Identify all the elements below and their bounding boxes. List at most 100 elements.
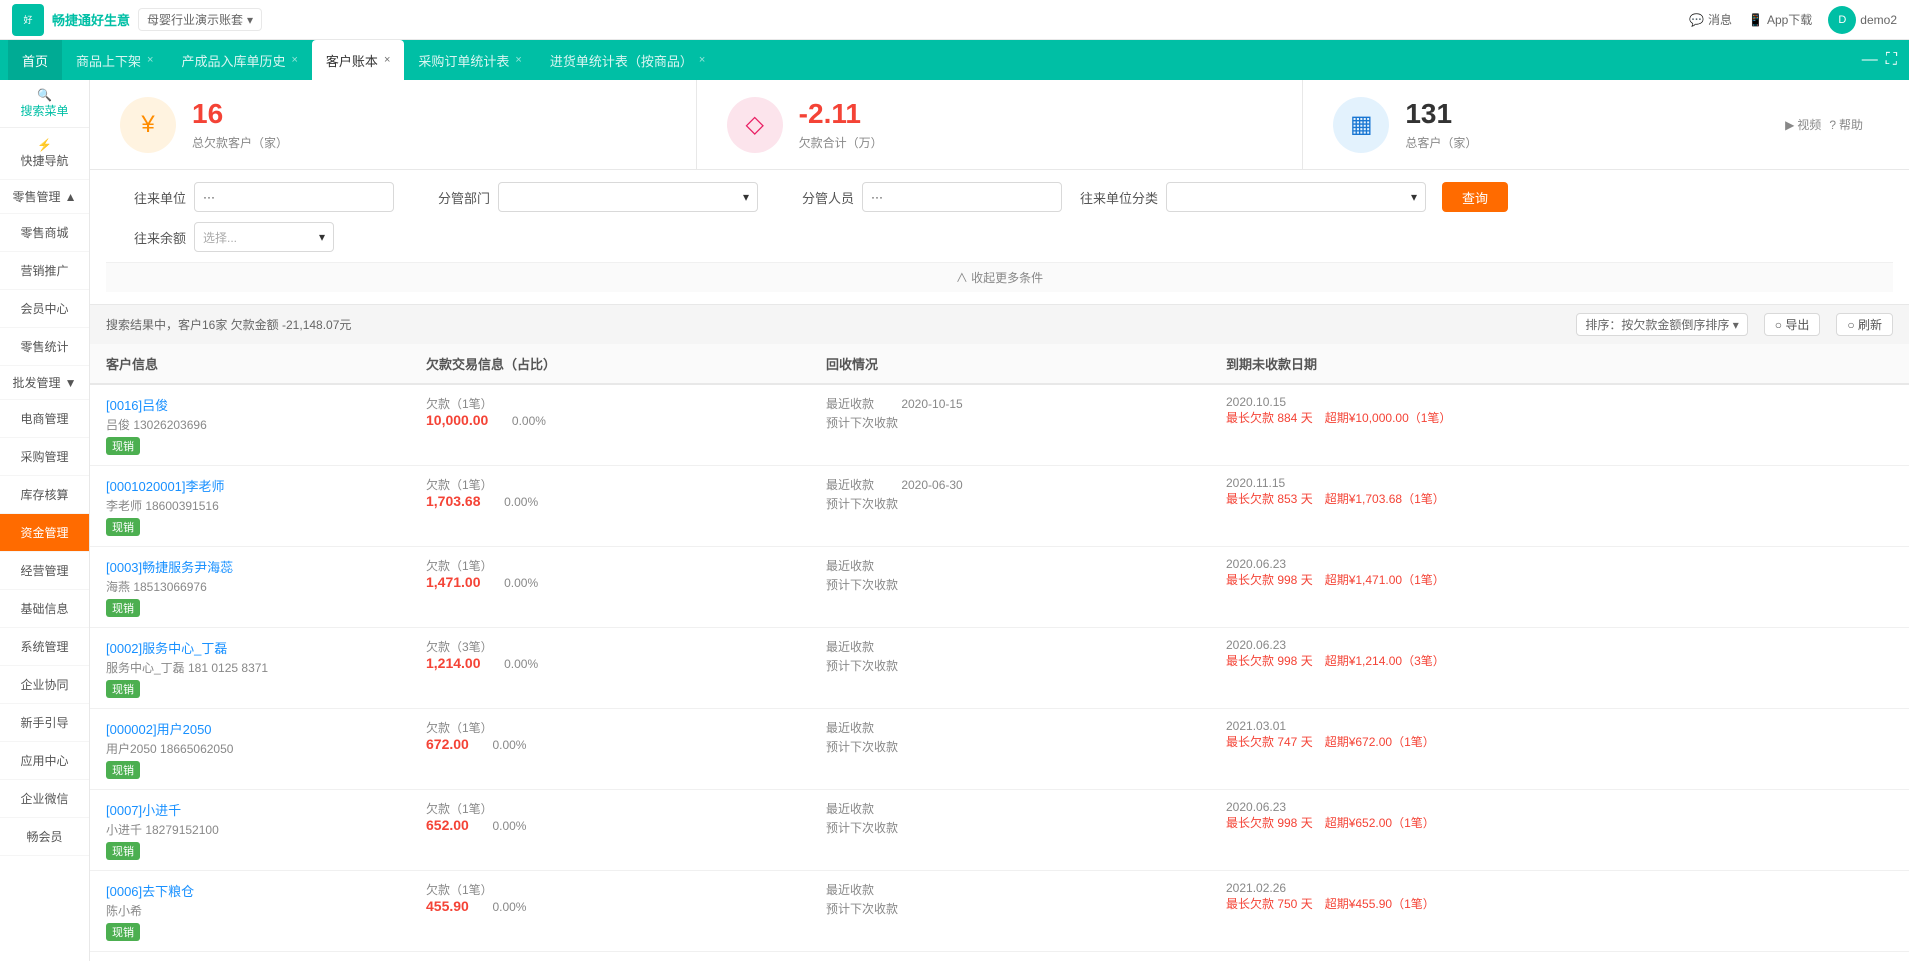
tab-home[interactable]: 首页 [8, 40, 62, 80]
customer-name-link[interactable]: [0001020001]李老师 [106, 479, 225, 494]
tab-minimize-icon[interactable]: — [1862, 51, 1878, 69]
tab-goods[interactable]: 商品上下架 × [62, 40, 167, 80]
table-row: [000001]黄思源 黄思源 13552700226 现销 欠款（1笔） 42… [90, 952, 1909, 961]
next-payment: 预计下次收款 [826, 495, 1226, 512]
overdue-date-cell: 2020.06.23 最长欠款 998 天 超期¥1,214.00（3笔） [1226, 638, 1893, 669]
filter-balance-select[interactable]: 选择... ▾ [194, 222, 334, 252]
debt-amount[interactable]: 1,471.00 [426, 574, 481, 590]
sidebar-item-retail-mgmt[interactable]: 零售管理 ▲ [0, 180, 89, 214]
sidebar-item-purchase[interactable]: 采购管理 [0, 438, 89, 476]
sidebar-search[interactable]: 🔍 搜索菜单 [0, 80, 89, 128]
result-bar: 搜索结果中，客户16家 欠款金额 -21,148.07元 排序：按欠款金额倒序排… [90, 305, 1909, 344]
payment-info: 最近收款 [826, 800, 1226, 817]
sidebar-item-member-club[interactable]: 畅会员 [0, 818, 89, 856]
debt-desc: 欠款（1笔） [426, 719, 826, 736]
top-bar: 好 畅捷通好生意 母婴行业演示账套 ▾ 💬 消息 📱 App下载 D demo2 [0, 0, 1909, 40]
refresh-button[interactable]: ○ 刷新 [1836, 313, 1893, 336]
filter-customer-unit-input[interactable]: ··· [194, 182, 394, 212]
filter-category-label: 往来单位分类 [1078, 188, 1158, 207]
overdue-amount[interactable]: 超期¥1,214.00（3笔） [1325, 654, 1445, 668]
debt-amount[interactable]: 455.90 [426, 898, 469, 914]
tab-product-history[interactable]: 产成品入库单历史 × [167, 40, 311, 80]
close-icon[interactable]: × [291, 54, 297, 66]
app-download-button[interactable]: 📱 App下载 [1748, 11, 1812, 28]
close-icon[interactable]: × [699, 54, 705, 66]
store-selector[interactable]: 母婴行业演示账套 ▾ [138, 8, 262, 31]
sidebar-item-inventory[interactable]: 库存核算 [0, 476, 89, 514]
debt-amount[interactable]: 652.00 [426, 817, 469, 833]
result-actions: 排序：按欠款金额倒序排序 ▾ ○ 导出 ○ 刷新 [1576, 313, 1893, 336]
table-row: [0007]小进千 小进千 18279152100 现销 欠款（1笔） 652.… [90, 790, 1909, 871]
payment-info: 最近收款 [826, 719, 1226, 736]
close-icon[interactable]: × [384, 54, 390, 66]
export-button[interactable]: ○ 导出 [1764, 313, 1821, 336]
chevron-icon: ▼ [65, 376, 77, 390]
top-bar-left: 好 畅捷通好生意 母婴行业演示账套 ▾ [12, 4, 262, 36]
customer-name-link[interactable]: [0006]去下粮仓 [106, 884, 194, 899]
sidebar-item-marketing[interactable]: 营销推广 [0, 252, 89, 290]
overdue-amount[interactable]: 超期¥1,703.68（1笔） [1325, 492, 1445, 506]
overdue-amount[interactable]: 超期¥652.00（1笔） [1325, 816, 1435, 830]
sidebar-item-operations[interactable]: 经营管理 [0, 552, 89, 590]
filter-row-1: 往来单位 ··· 分管部门 ▾ 分管人员 [106, 182, 1893, 212]
customer-name-link[interactable]: [0002]服务中心_丁磊 [106, 641, 227, 656]
debt-amount[interactable]: 1,703.68 [426, 493, 481, 509]
customer-phone: 服务中心_丁磊 181 0125 8371 [106, 659, 426, 676]
sidebar-item-quick-nav[interactable]: ⚡ 快捷导航 [0, 128, 89, 180]
sidebar-item-newbie[interactable]: 新手引导 [0, 704, 89, 742]
customer-name-link[interactable]: [0007]小进千 [106, 803, 181, 818]
overdue-days: 最长欠款 998 天 [1226, 573, 1325, 587]
close-icon[interactable]: × [515, 54, 521, 66]
tab-goods-stats[interactable]: 进货单统计表（按商品） × [536, 40, 719, 80]
customer-tag: 现销 [106, 680, 140, 698]
filter-category-select[interactable]: ▾ [1166, 182, 1426, 212]
sidebar-item-member[interactable]: 会员中心 [0, 290, 89, 328]
query-button[interactable]: 查询 [1442, 182, 1508, 212]
customer-name-link[interactable]: [0016]吕俊 [106, 398, 168, 413]
help-button[interactable]: ? 帮助 [1829, 116, 1863, 133]
sidebar-item-app-center[interactable]: 应用中心 [0, 742, 89, 780]
sidebar-item-retail-mall[interactable]: 零售商城 [0, 214, 89, 252]
overdue-date: 2021.03.01 [1226, 719, 1893, 733]
video-button[interactable]: ▶ 视频 [1785, 116, 1821, 133]
sidebar-item-retail-stats[interactable]: 零售统计 [0, 328, 89, 366]
payment-info: 最近收款 [826, 638, 1226, 655]
overdue-date-cell: 2020.06.23 最长欠款 998 天 超期¥652.00（1笔） [1226, 800, 1893, 831]
sidebar-item-basic-info[interactable]: 基础信息 [0, 590, 89, 628]
debt-amount[interactable]: 10,000.00 [426, 412, 488, 428]
overdue-amount[interactable]: 超期¥1,471.00（1笔） [1325, 573, 1445, 587]
tab-customer-account[interactable]: 客户账本 × [312, 40, 404, 80]
sidebar-item-enterprise-collab[interactable]: 企业协同 [0, 666, 89, 704]
user-menu[interactable]: D demo2 [1828, 6, 1897, 34]
customer-info-cell: [0002]服务中心_丁磊 服务中心_丁磊 181 0125 8371 现销 [106, 638, 426, 698]
customer-tag: 现销 [106, 761, 140, 779]
sidebar-item-wechat[interactable]: 企业微信 [0, 780, 89, 818]
customer-name-link[interactable]: [000002]用户2050 [106, 722, 212, 737]
close-icon[interactable]: × [147, 54, 153, 66]
customer-name-link[interactable]: [0003]畅捷服务尹海蕊 [106, 560, 233, 575]
stat-text-debt-customers: 16 总欠款客户（家） [192, 98, 666, 151]
sidebar-item-system[interactable]: 系统管理 [0, 628, 89, 666]
debt-amount[interactable]: 1,214.00 [426, 655, 481, 671]
tab-expand-icon[interactable]: ⛶ [1886, 51, 1897, 69]
stat-text-debt-total: -2.11 欠款合计（万） [799, 98, 1273, 151]
overdue-amount[interactable]: 超期¥10,000.00（1笔） [1325, 411, 1452, 425]
sidebar-item-ecommerce[interactable]: 电商管理 [0, 400, 89, 438]
stat-actions: ▶ 视频 ? 帮助 [1769, 104, 1879, 145]
tab-purchase-stats[interactable]: 采购订单统计表 × [404, 40, 535, 80]
debt-pct: 0.00% [504, 576, 538, 590]
filter-customer-unit-label: 往来单位 [106, 188, 186, 207]
filter-dept-select[interactable]: ▾ [498, 182, 758, 212]
collapse-bar[interactable]: ∧ 收起更多条件 [106, 262, 1893, 292]
debt-amount[interactable]: 672.00 [426, 736, 469, 752]
result-summary: 搜索结果中，客户16家 欠款金额 -21,148.07元 [106, 316, 351, 333]
overdue-amount[interactable]: 超期¥672.00（1笔） [1325, 735, 1435, 749]
stat-all-customers: ▦ 131 总客户（家） ▶ 视频 ? 帮助 [1303, 80, 1909, 169]
sort-select[interactable]: 排序：按欠款金额倒序排序 ▾ [1576, 313, 1747, 336]
overdue-amount[interactable]: 超期¥455.90（1笔） [1325, 897, 1435, 911]
message-button[interactable]: 💬 消息 [1689, 11, 1732, 28]
filter-manager-input[interactable]: ··· [862, 182, 1062, 212]
sidebar-item-wholesale[interactable]: 批发管理 ▼ [0, 366, 89, 400]
chevron-down-icon: ▾ [1411, 190, 1417, 204]
sidebar-item-finance[interactable]: 资金管理 [0, 514, 89, 552]
